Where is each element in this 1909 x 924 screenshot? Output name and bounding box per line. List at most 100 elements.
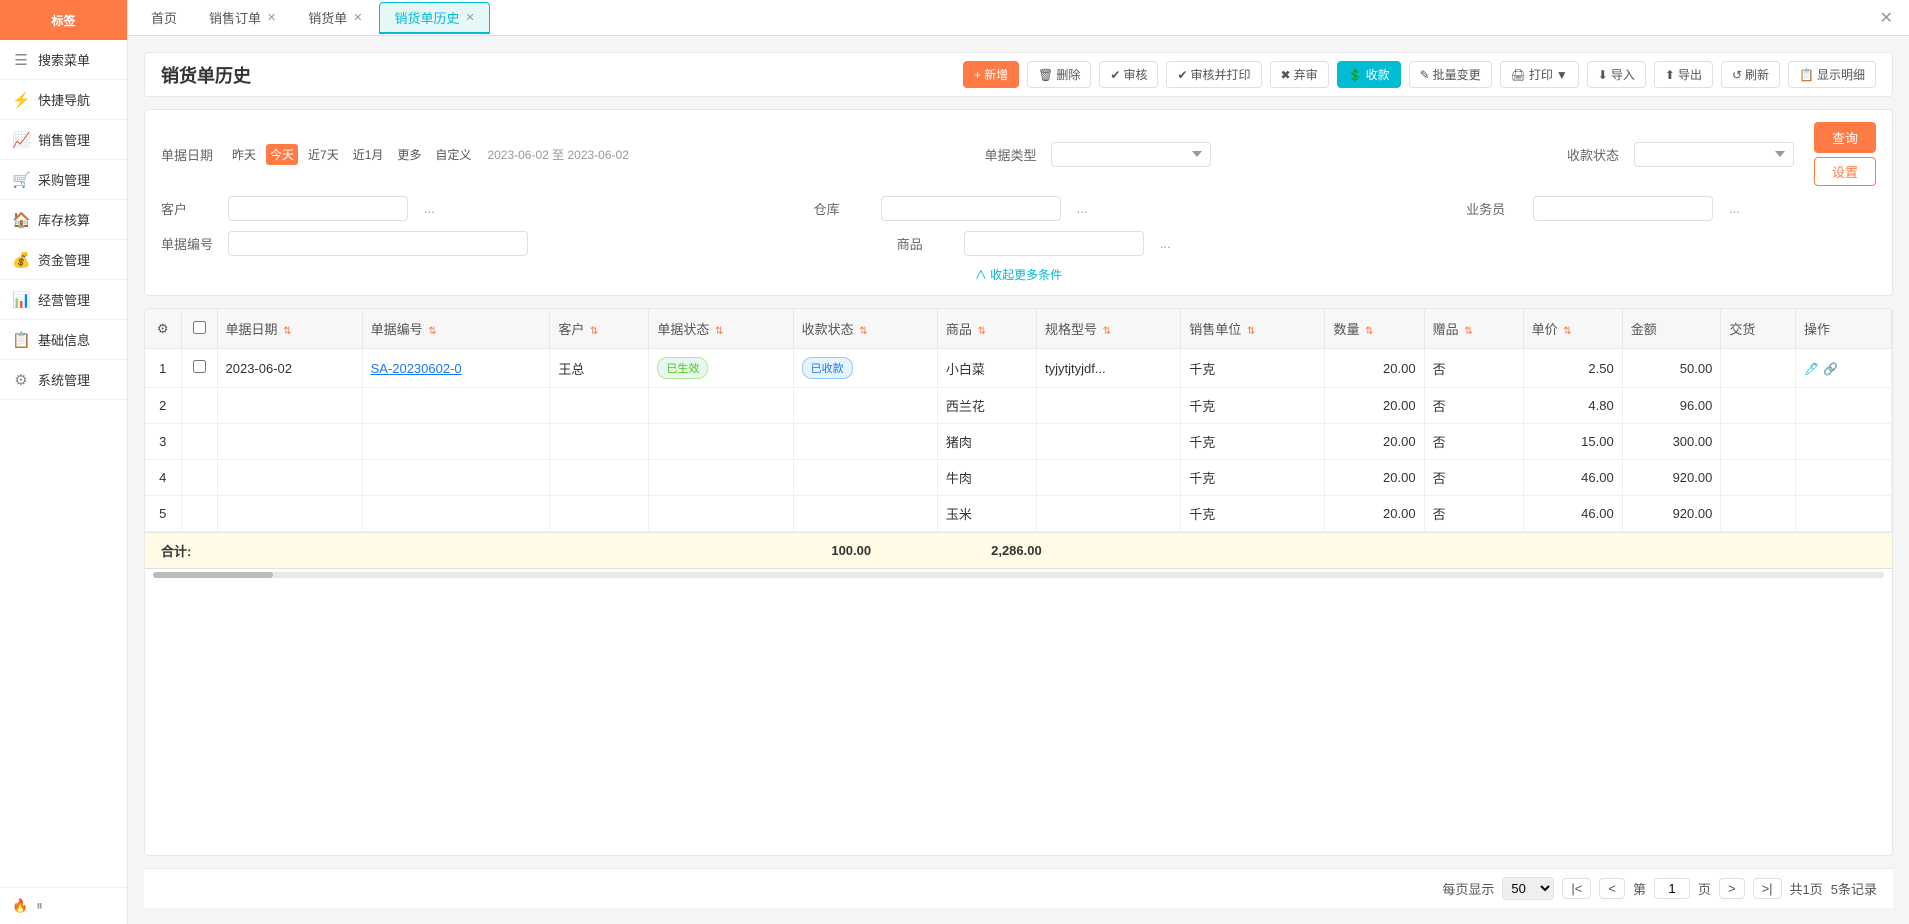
next-page-button[interactable]: >	[1719, 878, 1745, 899]
product-dots[interactable]: ...	[1156, 234, 1175, 253]
col-checkbox[interactable]	[181, 309, 217, 349]
col-sales-unit-sort[interactable]: ⇅	[1247, 326, 1255, 337]
col-gift-sort[interactable]: ⇅	[1464, 326, 1472, 337]
cell-row-num: 5	[145, 496, 181, 532]
cell-checkbox[interactable]	[181, 349, 217, 388]
collapse-row[interactable]: ∧ 收起更多条件	[161, 266, 1876, 283]
warehouse-dots[interactable]: ...	[1073, 199, 1092, 218]
doc-status-badge: 已生效	[657, 357, 708, 379]
warehouse-input[interactable]	[881, 196, 1061, 221]
shortcut-today[interactable]: 今天	[266, 144, 298, 165]
shortcut-custom[interactable]: 自定义	[431, 144, 475, 165]
col-date-sort[interactable]: ⇅	[283, 326, 291, 337]
tab-sales-order-close[interactable]: ✕	[267, 11, 276, 24]
first-page-button[interactable]: |<	[1562, 878, 1591, 899]
tab-sales-delivery[interactable]: 销货单 ✕	[293, 2, 377, 34]
cell-doc-no[interactable]	[362, 460, 550, 496]
gear-icon[interactable]: ⚙	[157, 321, 169, 336]
customer-input[interactable]	[228, 196, 408, 221]
sidebar-item-quick-nav[interactable]: ⚡ 快捷导航	[0, 80, 127, 120]
col-gear[interactable]: ⚙	[145, 309, 181, 349]
cell-checkbox[interactable]	[181, 388, 217, 424]
col-quantity-sort[interactable]: ⇅	[1365, 326, 1373, 337]
cell-payment-status	[793, 460, 937, 496]
sidebar-item-sales-mgmt[interactable]: 📈 销售管理	[0, 120, 127, 160]
doc-no-input[interactable]	[228, 231, 528, 256]
add-button[interactable]: + 新增	[963, 61, 1019, 88]
sidebar-bottom-icon2[interactable]: ⏸	[36, 898, 43, 914]
prev-page-button[interactable]: <	[1599, 878, 1625, 899]
cell-checkbox[interactable]	[181, 496, 217, 532]
sidebar-item-purchase-mgmt[interactable]: 🛒 采购管理	[0, 160, 127, 200]
horizontal-scrollbar[interactable]	[145, 568, 1892, 580]
col-payment-status-sort[interactable]: ⇅	[859, 326, 867, 337]
col-product-sort[interactable]: ⇅	[978, 326, 986, 337]
customer-dots[interactable]: ...	[420, 199, 439, 218]
cell-checkbox[interactable]	[181, 460, 217, 496]
sidebar-item-inventory[interactable]: 🏠 库存核算	[0, 200, 127, 240]
cell-sales-unit: 千克	[1181, 424, 1325, 460]
window-close-button[interactable]: ✕	[1872, 8, 1901, 28]
cell-doc-status	[649, 424, 793, 460]
page-size-select[interactable]: 20 50 100 200	[1502, 877, 1554, 900]
sales-icon: 📈	[12, 131, 30, 149]
sidebar-item-finance[interactable]: 💰 资金管理	[0, 240, 127, 280]
query-button[interactable]: 查询	[1814, 122, 1876, 153]
show-detail-button[interactable]: 📋 显示明细	[1788, 61, 1876, 88]
col-doc-status-sort[interactable]: ⇅	[715, 326, 723, 337]
abandon-button[interactable]: ✖ 弃审	[1270, 61, 1329, 88]
setting-button[interactable]: 设置	[1814, 157, 1876, 186]
cell-doc-no[interactable]	[362, 496, 550, 532]
total-records: 5条记录	[1831, 879, 1877, 898]
col-spec-type-sort[interactable]: ⇅	[1103, 326, 1111, 337]
row-checkbox[interactable]	[193, 360, 206, 373]
doc-no-link[interactable]: SA-20230602-0	[371, 361, 462, 376]
shortcut-7days[interactable]: 近7天	[304, 144, 343, 165]
tab-sales-delivery-history[interactable]: 销货单历史 ✕	[379, 2, 489, 34]
collect-button[interactable]: 💲 收款	[1337, 61, 1401, 88]
col-customer-sort[interactable]: ⇅	[590, 326, 598, 337]
page-input[interactable]	[1654, 878, 1690, 899]
col-unit-price-sort[interactable]: ⇅	[1563, 326, 1571, 337]
shortcut-yesterday[interactable]: 昨天	[228, 144, 260, 165]
last-page-button[interactable]: >|	[1753, 878, 1782, 899]
doc-type-select[interactable]	[1051, 142, 1211, 167]
tab-sales-delivery-close[interactable]: ✕	[353, 11, 362, 24]
batch-change-button[interactable]: ✎ 批量变更	[1409, 61, 1492, 88]
cell-payment-status	[793, 496, 937, 532]
cell-doc-no[interactable]	[362, 424, 550, 460]
sidebar-item-label: 库存核算	[38, 210, 90, 229]
scrollbar-thumb[interactable]	[153, 572, 273, 578]
import-button[interactable]: ⬇ 导入	[1587, 61, 1646, 88]
delete-button[interactable]: 🗑 删除	[1027, 61, 1091, 88]
product-input[interactable]	[964, 231, 1144, 256]
tab-sales-order[interactable]: 销售订单 ✕	[194, 2, 291, 34]
operation-button[interactable]: 🖊	[1804, 362, 1819, 376]
sidebar-item-search-menu[interactable]: ☰ 搜索菜单	[0, 40, 127, 80]
cell-doc-no[interactable]: SA-20230602-0	[362, 349, 550, 388]
sidebar-bottom-icon1[interactable]: 🔥	[12, 898, 28, 914]
salesman-input[interactable]	[1533, 196, 1713, 221]
print-button[interactable]: 🖨 打印 ▼	[1500, 61, 1579, 88]
col-doc-status: 单据状态 ⇅	[649, 309, 793, 349]
cell-doc-no[interactable]	[362, 388, 550, 424]
audit-print-button[interactable]: ✔ 审核并打印	[1166, 61, 1261, 88]
shortcut-more[interactable]: 更多	[393, 144, 425, 165]
cell-checkbox[interactable]	[181, 424, 217, 460]
col-doc-no-sort[interactable]: ⇅	[428, 326, 436, 337]
sidebar-item-sys-mgmt[interactable]: ⚙ 系统管理	[0, 360, 127, 400]
shortcut-1month[interactable]: 近1月	[349, 144, 388, 165]
cell-quantity: 20.00	[1325, 424, 1424, 460]
payment-status-select[interactable]	[1634, 142, 1794, 167]
refresh-button[interactable]: ↺ 刷新	[1721, 61, 1780, 88]
audit-button[interactable]: ✔ 审核	[1099, 61, 1158, 88]
sidebar-item-ops[interactable]: 📊 经营管理	[0, 280, 127, 320]
sidebar-item-basic-info[interactable]: 📋 基础信息	[0, 320, 127, 360]
operation-button[interactable]: 🔗	[1823, 362, 1838, 376]
salesman-dots[interactable]: ...	[1725, 199, 1744, 218]
export-button[interactable]: ⬆ 导出	[1654, 61, 1713, 88]
tab-home[interactable]: 首页	[136, 2, 192, 34]
tab-sales-delivery-history-close[interactable]: ✕	[466, 11, 475, 24]
select-all-checkbox[interactable]	[193, 321, 206, 334]
cell-gift: 否	[1424, 349, 1523, 388]
